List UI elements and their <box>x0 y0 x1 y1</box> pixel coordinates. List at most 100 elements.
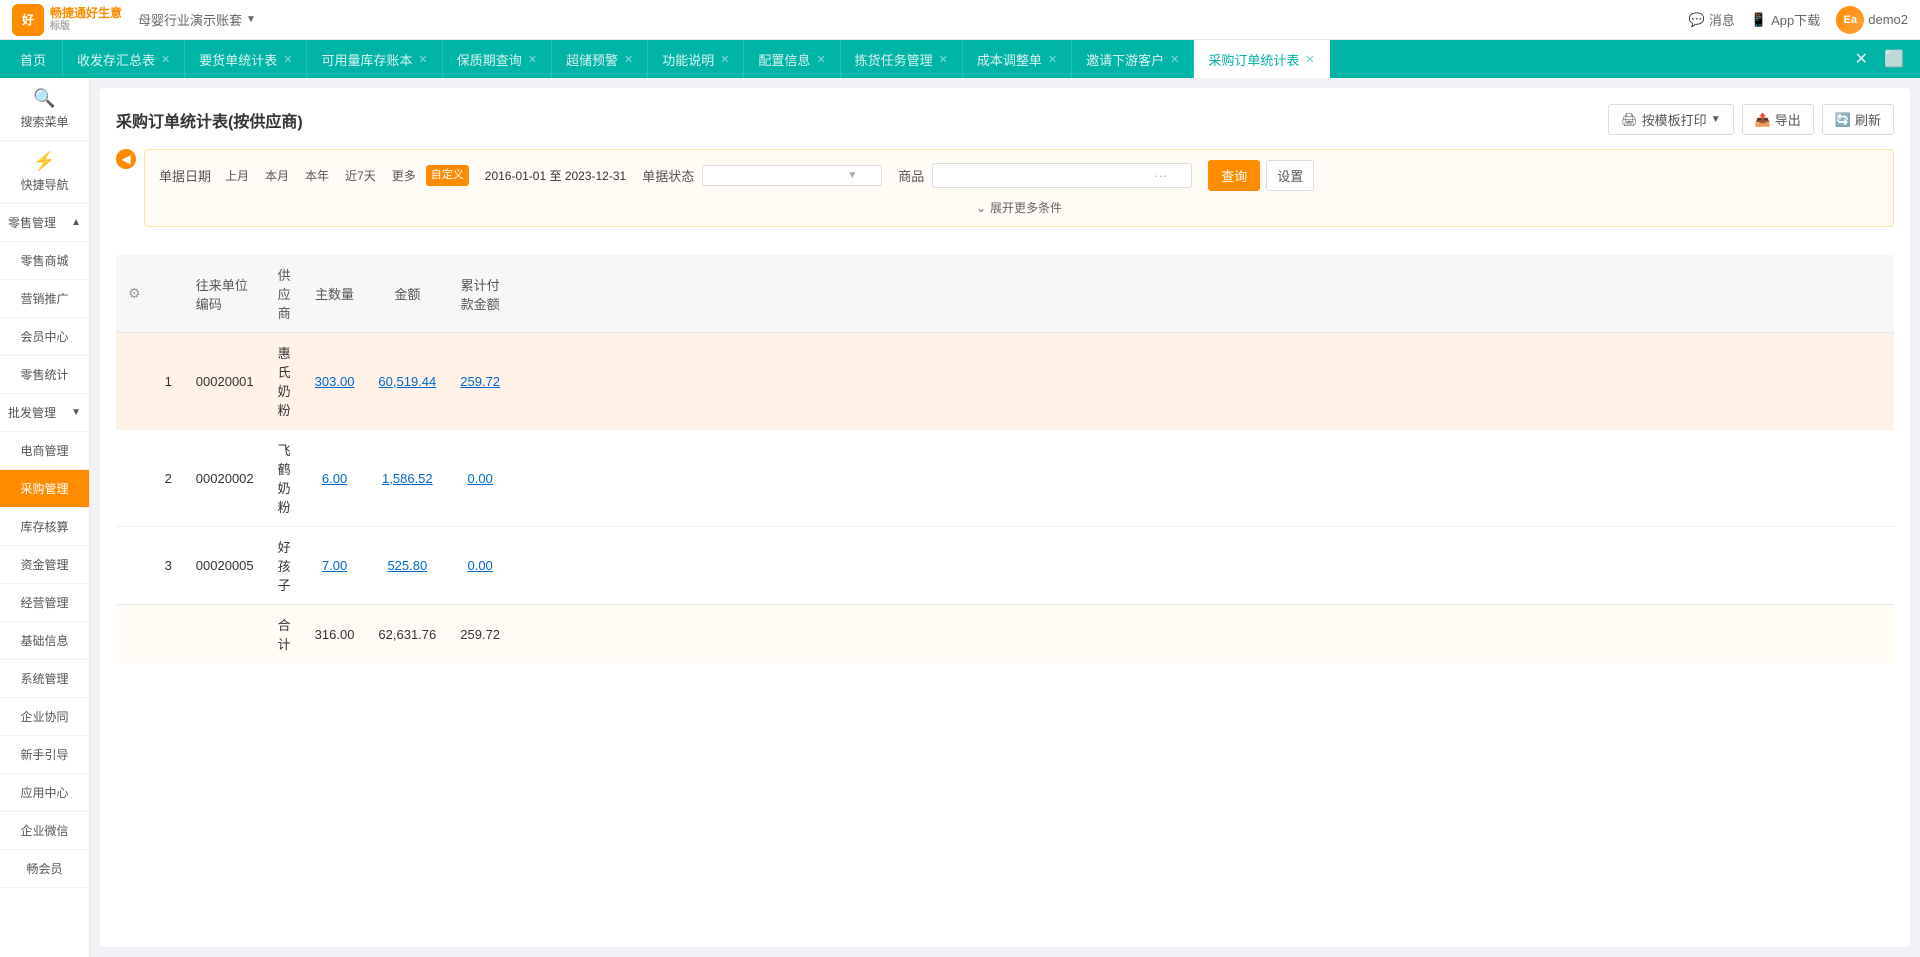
sidebar-item-retail-mall[interactable]: 零售商城 <box>0 242 89 280</box>
tab-close-icon[interactable]: ✕ <box>816 53 825 66</box>
goods-input[interactable]: ··· <box>932 163 1192 188</box>
sidebar-item-member[interactable]: 会员中心 <box>0 318 89 356</box>
nav-close-icon[interactable]: ✕ <box>1851 45 1872 73</box>
sidebar-item-member2[interactable]: 畅会员 <box>0 850 89 888</box>
row-qty[interactable]: 7.00 <box>303 527 367 605</box>
sidebar-item-marketing[interactable]: 营销推广 <box>0 280 89 318</box>
table-row[interactable]: 3 00020005 好孩子 7.00 525.80 0.00 <box>116 527 1894 605</box>
sidebar-item-system[interactable]: 系统管理 <box>0 660 89 698</box>
sidebar-item-retail-stat[interactable]: 零售统计 <box>0 356 89 394</box>
sidebar-item-shortcut[interactable]: ⚡ 快捷导航 <box>0 141 89 204</box>
date-range-display: 2016-01-01 至 2023-12-31 <box>485 167 626 184</box>
filter-toggle-button[interactable]: ◀ <box>116 149 136 169</box>
row-supplier: 好孩子 <box>266 527 303 605</box>
filter-row-1: 单据日期 上月 本月 本年 近7天 更多 自定义 2016-01-0 <box>159 160 1879 191</box>
row-paid[interactable]: 259.72 <box>448 333 512 430</box>
tab-close-icon[interactable]: ✕ <box>939 53 948 66</box>
sidebar-item-search[interactable]: 🔍 搜索菜单 <box>0 78 89 141</box>
date-shortcut-more[interactable]: 更多 <box>386 165 422 186</box>
status-select[interactable]: ▼ <box>702 165 882 186</box>
tab-baozhi[interactable]: 保质期查询 ✕ <box>443 40 552 78</box>
row-qty[interactable]: 6.00 <box>303 430 367 527</box>
tab-close-icon[interactable]: ✕ <box>161 53 170 66</box>
sidebar-item-wechat[interactable]: 企业微信 <box>0 812 89 850</box>
sidebar-item-newbie[interactable]: 新手引导 <box>0 736 89 774</box>
tab-label: 功能说明 <box>662 50 714 69</box>
tab-yaoqing[interactable]: 邀请下游客户 ✕ <box>1072 40 1194 78</box>
expand-button[interactable]: ⌄ 展开更多条件 <box>976 199 1062 216</box>
tab-label: 超储预警 <box>566 50 618 69</box>
tab-label: 邀请下游客户 <box>1086 50 1164 69</box>
tab-chengben[interactable]: 成本调整单 ✕ <box>963 40 1072 78</box>
sidebar-item-operations[interactable]: 经营管理 <box>0 584 89 622</box>
row-number: 1 <box>153 333 184 430</box>
row-amount[interactable]: 60,519.44 <box>366 333 448 430</box>
tab-gongneng[interactable]: 功能说明 ✕ <box>648 40 744 78</box>
table-settings-icon[interactable]: ⚙ <box>128 285 141 301</box>
row-amount[interactable]: 1,586.52 <box>366 430 448 527</box>
sidebar-item-appcenter[interactable]: 应用中心 <box>0 774 89 812</box>
date-shortcut-this-year[interactable]: 本年 <box>299 165 335 186</box>
status-filter-item: 单据状态 ▼ <box>642 165 882 186</box>
sidebar-item-basic[interactable]: 基础信息 <box>0 622 89 660</box>
tab-home[interactable]: 首页 <box>4 40 63 78</box>
tab-close-icon[interactable]: ✕ <box>624 53 633 66</box>
table-row[interactable]: 2 00020002 飞鹤奶粉 6.00 1,586.52 0.00 <box>116 430 1894 527</box>
tab-label: 收发存汇总表 <box>77 50 155 69</box>
nav-maximize-icon[interactable]: ⬜ <box>1880 45 1908 73</box>
tab-close-icon[interactable]: ✕ <box>419 53 428 66</box>
table-row[interactable]: 1 00020001 惠氏奶粉 303.00 60,519.44 259.72 <box>116 333 1894 430</box>
row-paid[interactable]: 0.00 <box>448 527 512 605</box>
query-button[interactable]: 查询 <box>1208 160 1260 191</box>
tab-close-icon[interactable]: ✕ <box>528 53 537 66</box>
tab-pihuo[interactable]: 拣货任务管理 ✕ <box>841 40 963 78</box>
tab-label: 配置信息 <box>758 50 810 69</box>
tab-close-icon[interactable]: ✕ <box>1305 53 1314 66</box>
tab-caigou[interactable]: 采购订单统计表 ✕ <box>1194 40 1329 78</box>
tab-peizhi[interactable]: 配置信息 ✕ <box>744 40 840 78</box>
tab-close-icon[interactable]: ✕ <box>1170 53 1179 66</box>
top-bar: 好 畅捷通好生意 标版 母婴行业演示账套 ▼ 💬 消息 📱 App下载 Ea d… <box>0 0 1920 40</box>
print-icon: 🖨 <box>1621 112 1638 128</box>
filter-wrapper: ◀ 单据日期 上月 本月 本年 近7天 更多 自定义 <box>116 149 1894 241</box>
sidebar-item-wholesale[interactable]: 批发管理 ▼ <box>0 394 89 432</box>
date-shortcut-last-month[interactable]: 上月 <box>219 165 255 186</box>
sidebar-item-label: 畅会员 <box>26 860 62 877</box>
export-icon: 📤 <box>1755 112 1771 128</box>
row-paid[interactable]: 0.00 <box>448 430 512 527</box>
filter-section: 单据日期 上月 本月 本年 近7天 更多 自定义 2016-01-0 <box>144 149 1894 227</box>
date-shortcut-7days[interactable]: 近7天 <box>339 165 382 186</box>
settings-button[interactable]: 设置 <box>1266 160 1314 191</box>
sidebar-item-label: 零售管理 <box>8 214 56 231</box>
sidebar-item-retail[interactable]: 零售管理 ▲ <box>0 204 89 242</box>
tab-yaohuo[interactable]: 要货单统计表 ✕ <box>185 40 307 78</box>
date-filter-item: 单据日期 上月 本月 本年 近7天 更多 自定义 <box>159 165 469 186</box>
row-number: 3 <box>153 527 184 605</box>
sidebar-item-ecommerce[interactable]: 电商管理 <box>0 432 89 470</box>
row-extra <box>512 333 1894 430</box>
tab-shoufayh[interactable]: 收发存汇总表 ✕ <box>63 40 185 78</box>
message-icon: 💬 <box>1689 12 1705 28</box>
app-download-action[interactable]: 📱 App下载 <box>1751 10 1820 29</box>
sidebar-item-enterprise[interactable]: 企业协同 <box>0 698 89 736</box>
row-settings <box>116 430 153 527</box>
tab-close-icon[interactable]: ✕ <box>720 53 729 66</box>
refresh-button[interactable]: 🔄 刷新 <box>1822 104 1894 135</box>
sidebar-item-finance[interactable]: 资金管理 <box>0 546 89 584</box>
query-actions: 查询 设置 <box>1208 160 1314 191</box>
tab-keyongliang[interactable]: 可用量库存账本 ✕ <box>307 40 442 78</box>
tab-chaochu[interactable]: 超储预警 ✕ <box>552 40 648 78</box>
sidebar-item-purchase[interactable]: 采购管理 <box>0 470 89 508</box>
tab-close-icon[interactable]: ✕ <box>1048 53 1057 66</box>
row-amount[interactable]: 525.80 <box>366 527 448 605</box>
chevron-down-icon: ▼ <box>847 170 857 181</box>
user-action[interactable]: Ea demo2 <box>1836 6 1908 34</box>
row-qty[interactable]: 303.00 <box>303 333 367 430</box>
print-button[interactable]: 🖨 按模板打印 ▼ <box>1608 104 1733 135</box>
messages-action[interactable]: 💬 消息 <box>1689 10 1735 29</box>
export-button[interactable]: 📤 导出 <box>1742 104 1814 135</box>
date-shortcut-this-month[interactable]: 本月 <box>259 165 295 186</box>
workspace-selector[interactable]: 母婴行业演示账套 ▼ <box>130 6 264 33</box>
sidebar-item-inventory[interactable]: 库存核算 <box>0 508 89 546</box>
tab-close-icon[interactable]: ✕ <box>283 53 292 66</box>
